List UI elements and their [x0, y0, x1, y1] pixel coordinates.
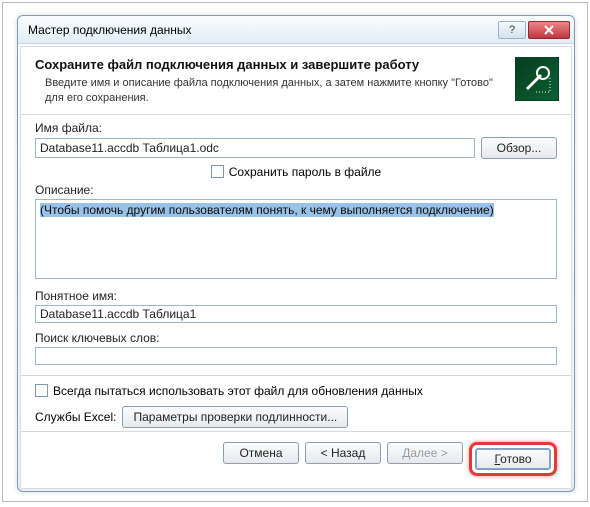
- filename-label: Имя файла:: [35, 121, 557, 135]
- header-band: Сохраните файл подключения данных и заве…: [21, 47, 571, 115]
- description-label: Описание:: [35, 183, 557, 197]
- finish-highlight: Готово: [469, 442, 557, 476]
- excel-services-label: Службы Excel:: [35, 410, 116, 424]
- header-title: Сохраните файл подключения данных и заве…: [35, 57, 505, 72]
- always-use-checkbox[interactable]: [35, 384, 48, 397]
- wizard-dialog: Мастер подключения данных ? Сохраните фа…: [17, 15, 575, 492]
- connection-icon: [515, 57, 559, 101]
- keywords-input[interactable]: [35, 347, 557, 365]
- header-subtitle: Введите имя и описание файла подключения…: [35, 76, 505, 106]
- finish-button[interactable]: Готово: [475, 448, 551, 470]
- window-title: Мастер подключения данных: [28, 23, 192, 37]
- form-area: Имя файла: Обзор... Сохранить пароль в ф…: [21, 115, 571, 428]
- description-text: (Чтобы помочь другим пользователям понят…: [40, 203, 494, 217]
- keywords-label: Поиск ключевых слов:: [35, 331, 557, 345]
- auth-settings-button[interactable]: Параметры проверки подлинности...: [122, 406, 348, 428]
- description-textarea[interactable]: (Чтобы помочь другим пользователям понят…: [35, 199, 557, 279]
- save-password-checkbox[interactable]: [211, 165, 224, 178]
- friendly-name-input[interactable]: [35, 305, 557, 323]
- next-button: Далее >: [387, 442, 463, 464]
- help-button[interactable]: ?: [498, 21, 526, 39]
- browse-button[interactable]: Обзор...: [481, 137, 557, 159]
- friendly-name-label: Понятное имя:: [35, 289, 557, 303]
- divider: [21, 375, 571, 376]
- client-area: Сохраните файл подключения данных и заве…: [20, 46, 572, 489]
- screenshot-frame: Мастер подключения данных ? Сохраните фа…: [2, 2, 588, 502]
- titlebar: Мастер подключения данных ?: [18, 16, 574, 44]
- cancel-button[interactable]: Отмена: [223, 442, 299, 464]
- back-button[interactable]: < Назад: [305, 442, 381, 464]
- footer: Отмена < Назад Далее > Готово: [21, 431, 571, 488]
- close-icon: [544, 25, 554, 35]
- always-use-label: Всегда пытаться использовать этот файл д…: [53, 384, 423, 398]
- close-button[interactable]: [528, 21, 570, 39]
- save-password-label: Сохранить пароль в файле: [229, 165, 381, 179]
- filename-input[interactable]: [35, 138, 475, 158]
